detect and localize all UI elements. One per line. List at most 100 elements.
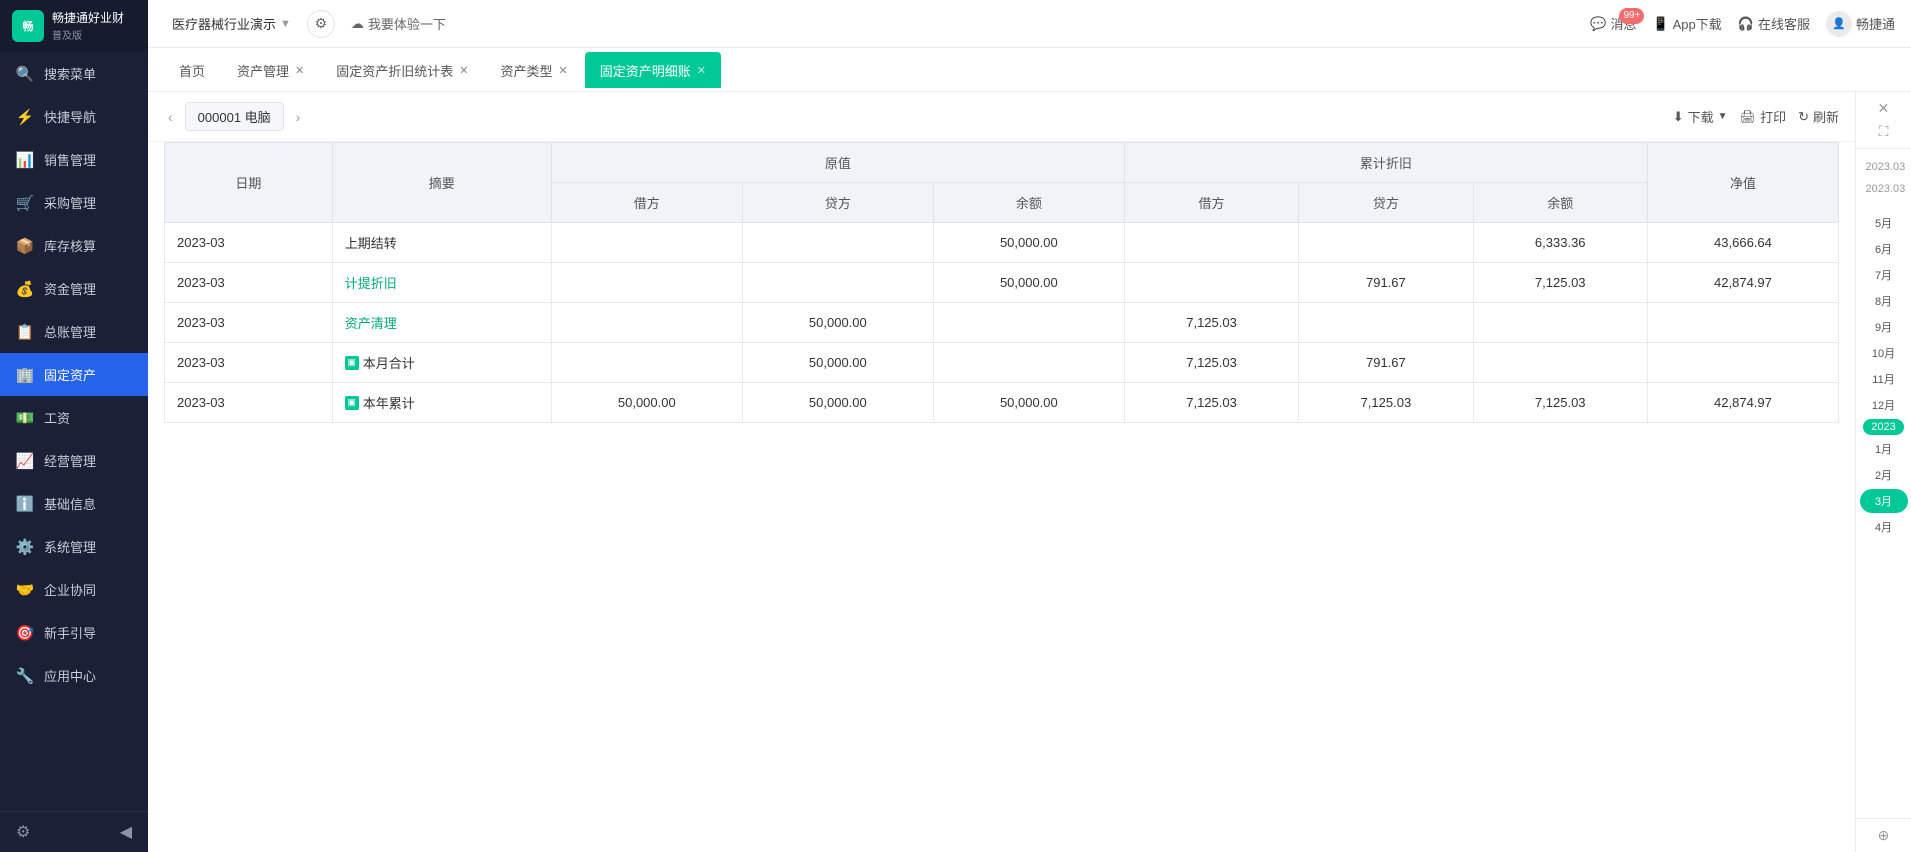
close-panel-icon[interactable]: ✕ xyxy=(1878,100,1890,117)
sidebar-item-fixed-assets[interactable]: 🏢 固定资产 xyxy=(0,353,148,396)
cell-acc-credit: 791.67 xyxy=(1299,343,1473,383)
print-button[interactable]: 🖨 打印 xyxy=(1740,107,1787,126)
timeline-month-11[interactable]: 11月 xyxy=(1860,367,1908,391)
timeline-month-1[interactable]: 1月 xyxy=(1860,437,1908,461)
quick-nav-icon: ⚡ xyxy=(16,108,34,126)
timeline-month-7[interactable]: 7月 xyxy=(1860,263,1908,287)
current-asset-nav[interactable]: 000001 电脑 xyxy=(185,102,284,131)
company-selector[interactable]: 医疗器械行业演示 ▼ xyxy=(164,10,299,37)
sub-nav-actions: ⬇ 下载 ▼ 🖨 打印 ↻ 刷新 xyxy=(1673,107,1839,126)
tab-asset-detail[interactable]: 固定资产明细账 ✕ xyxy=(585,52,721,88)
cell-orig-balance xyxy=(933,303,1124,343)
timeline-month-4[interactable]: 4月 xyxy=(1860,515,1908,539)
monthly-icon: ▣ xyxy=(345,356,359,370)
yearly-icon: ▣ xyxy=(345,396,359,410)
timeline-month-10[interactable]: 10月 xyxy=(1860,341,1908,365)
col-header-net-value: 净值 xyxy=(1647,143,1838,223)
cell-acc-debit: 7,125.03 xyxy=(1124,303,1298,343)
experience-button[interactable]: ☁ 我要体验一下 xyxy=(351,14,446,33)
timeline-month-2[interactable]: 2月 xyxy=(1860,463,1908,487)
cell-summary[interactable]: 计提折旧 xyxy=(332,263,551,303)
expand-panel-icon[interactable]: ⛶ xyxy=(1879,123,1889,140)
cell-acc-balance xyxy=(1473,343,1647,383)
refresh-button[interactable]: ↻ 刷新 xyxy=(1798,107,1839,126)
sidebar-item-quick-nav[interactable]: ⚡ 快捷导航 xyxy=(0,95,148,138)
col-header-summary: 摘要 xyxy=(332,143,551,223)
timeline-month-5[interactable]: 5月 xyxy=(1860,211,1908,235)
sidebar-item-search[interactable]: 🔍 搜索菜单 xyxy=(0,52,148,95)
tab-asset-detail-close[interactable]: ✕ xyxy=(697,64,706,77)
timeline-month-6[interactable]: 6月 xyxy=(1860,237,1908,261)
content-main: ‹ 000001 电脑 › ⬇ 下载 ▼ 🖨 打印 ↻ 刷新 xyxy=(148,92,1855,852)
add-timeline-icon[interactable]: ⊕ xyxy=(1878,827,1890,844)
topbar-settings-button[interactable]: ⚙ xyxy=(307,10,335,38)
sidebar-item-purchase[interactable]: 🛒 采购管理 xyxy=(0,181,148,224)
cell-acc-credit xyxy=(1299,223,1473,263)
cell-orig-credit: 50,000.00 xyxy=(742,383,933,423)
app-download-button[interactable]: 📱 App下载 xyxy=(1652,14,1721,33)
tab-asset-types[interactable]: 资产类型 ✕ xyxy=(485,52,582,88)
refresh-icon: ↻ xyxy=(1798,109,1809,125)
download-button[interactable]: ⬇ 下载 ▼ xyxy=(1673,107,1728,126)
sidebar-item-guide[interactable]: 🎯 新手引导 xyxy=(0,611,148,654)
cell-date: 2023-03 xyxy=(165,263,333,303)
customer-service-button[interactable]: 🎧 在线客服 xyxy=(1738,14,1810,33)
cell-summary[interactable]: 资产清理 xyxy=(332,303,551,343)
tab-asset-types-close[interactable]: ✕ xyxy=(559,64,568,77)
cell-acc-debit xyxy=(1124,223,1298,263)
sidebar-item-inventory[interactable]: 📦 库存核算 xyxy=(0,224,148,267)
cell-orig-debit xyxy=(551,263,742,303)
settings-bottom-icon[interactable]: ⚙ xyxy=(16,822,30,842)
cell-acc-credit xyxy=(1299,303,1473,343)
sidebar-item-payroll[interactable]: 💵 工资 xyxy=(0,396,148,439)
cell-net-value: 42,874.97 xyxy=(1647,383,1838,423)
timeline-year-header-2[interactable]: 2023.03 xyxy=(1860,179,1908,199)
timeline-month-3-active[interactable]: 3月 xyxy=(1860,489,1908,513)
table-row-yearly: 2023-03 ▣ 本年累计 50,000.00 50,000.00 50,00… xyxy=(165,383,1839,423)
cell-acc-credit: 7,125.03 xyxy=(1299,383,1473,423)
download-icon-btn: ⬇ xyxy=(1673,109,1684,125)
content-area: ‹ 000001 电脑 › ⬇ 下载 ▼ 🖨 打印 ↻ 刷新 xyxy=(148,92,1911,852)
next-arrow[interactable]: › xyxy=(292,107,305,127)
sidebar-item-ledger[interactable]: 📋 总账管理 xyxy=(0,310,148,353)
prev-arrow[interactable]: ‹ xyxy=(164,107,177,127)
sidebar-item-app-center[interactable]: 🔧 应用中心 xyxy=(0,654,148,697)
tab-depreciation-stats-close[interactable]: ✕ xyxy=(459,64,468,77)
col-header-acc-debit: 借方 xyxy=(1124,183,1298,223)
logo-icon: 畅 xyxy=(12,10,44,42)
sub-nav: ‹ 000001 电脑 › ⬇ 下载 ▼ 🖨 打印 ↻ 刷新 xyxy=(148,92,1855,142)
sidebar-item-sales[interactable]: 📊 销售管理 xyxy=(0,138,148,181)
right-panel-top: ✕ ⛶ xyxy=(1856,92,1911,149)
col-header-orig-balance: 余额 xyxy=(933,183,1124,223)
timeline-month-9[interactable]: 9月 xyxy=(1860,315,1908,339)
sidebar-item-system[interactable]: ⚙️ 系统管理 xyxy=(0,525,148,568)
sidebar-item-funds[interactable]: 💰 资金管理 xyxy=(0,267,148,310)
search-icon: 🔍 xyxy=(16,65,34,83)
avatar: 👤 xyxy=(1826,11,1852,37)
timeline-year-header-1[interactable]: 2023.03 xyxy=(1860,157,1908,177)
company-dropdown-icon: ▼ xyxy=(280,18,291,30)
app-center-icon: 🔧 xyxy=(16,667,34,685)
cell-orig-debit xyxy=(551,343,742,383)
timeline-year-2023-badge[interactable]: 2023 xyxy=(1863,419,1903,435)
cell-net-value: 43,666.64 xyxy=(1647,223,1838,263)
tab-assets-close[interactable]: ✕ xyxy=(295,64,304,77)
tab-assets[interactable]: 资产管理 ✕ xyxy=(222,52,319,88)
inventory-icon: 📦 xyxy=(16,237,34,255)
tab-depreciation-stats[interactable]: 固定资产折旧统计表 ✕ xyxy=(321,52,483,88)
timeline-month-8[interactable]: 8月 xyxy=(1860,289,1908,313)
cell-date: 2023-03 xyxy=(165,223,333,263)
sidebar-item-operations[interactable]: 📈 经营管理 xyxy=(0,439,148,482)
sidebar-item-basic-info[interactable]: ℹ️ 基础信息 xyxy=(0,482,148,525)
tab-home[interactable]: 首页 xyxy=(164,52,220,88)
user-menu[interactable]: 👤 畅捷通 xyxy=(1826,11,1895,37)
messages-button[interactable]: 💬 消息 99+ xyxy=(1590,14,1636,33)
cell-summary: ▣ 本年累计 xyxy=(332,383,551,423)
sidebar-item-enterprise[interactable]: 🤝 企业协同 xyxy=(0,568,148,611)
purchase-icon: 🛒 xyxy=(16,194,34,212)
col-header-orig-credit: 贷方 xyxy=(742,183,933,223)
guide-icon: 🎯 xyxy=(16,624,34,642)
cell-orig-credit: 50,000.00 xyxy=(742,343,933,383)
timeline-month-12[interactable]: 12月 xyxy=(1860,393,1908,417)
collapse-icon[interactable]: ◀ xyxy=(120,822,132,842)
